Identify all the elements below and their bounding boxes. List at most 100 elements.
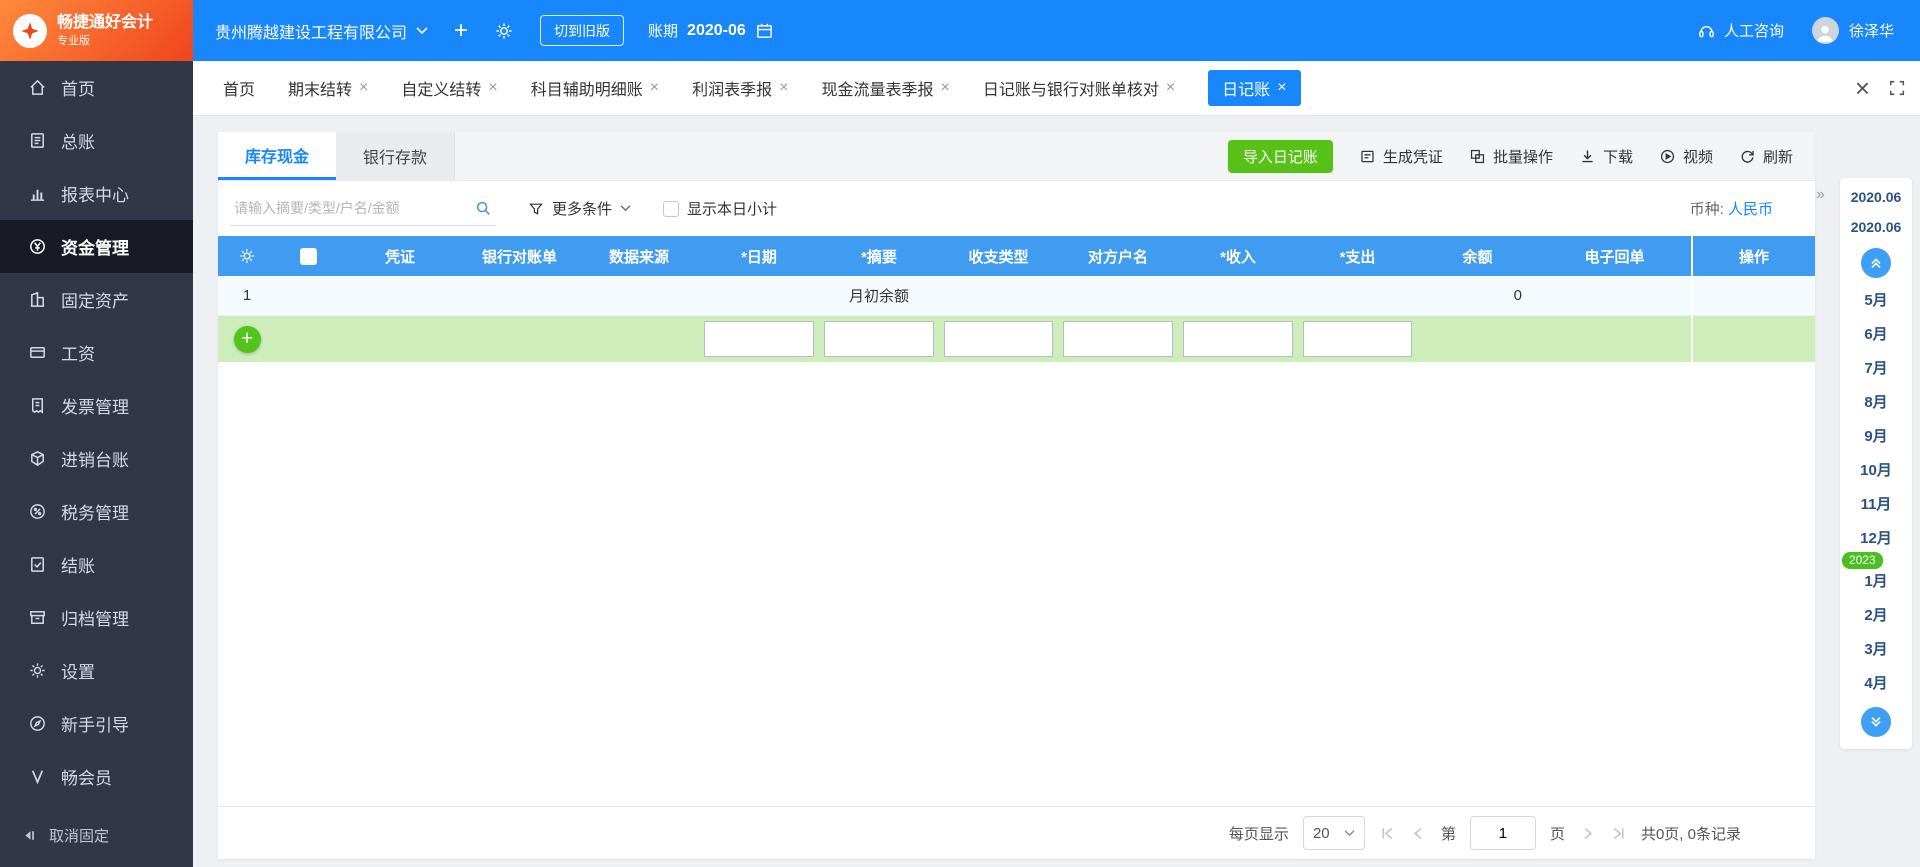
- new-row-expense-input[interactable]: [1302, 321, 1413, 357]
- sidebar-item-purchase-sale-ledger[interactable]: 进销台账: [0, 432, 193, 485]
- month-item[interactable]: 6月: [1864, 324, 1887, 346]
- search-input[interactable]: [234, 200, 474, 216]
- per-page-select[interactable]: 20: [1302, 816, 1365, 850]
- new-row-income-input[interactable]: [1182, 321, 1294, 357]
- month-item[interactable]: 12月: [1860, 528, 1892, 550]
- sidebar-item-settings[interactable]: 设置: [0, 644, 193, 697]
- select-all-checkbox[interactable]: [276, 236, 340, 276]
- month-item[interactable]: 3月: [1864, 639, 1887, 661]
- company-selector[interactable]: 贵州腾越建设工程有限公司: [215, 19, 428, 43]
- search-icon[interactable]: [474, 199, 492, 217]
- col-balance: 余额: [1462, 248, 1493, 266]
- username[interactable]: 徐泽华: [1849, 20, 1894, 41]
- month-item[interactable]: 7月: [1864, 358, 1887, 380]
- first-page-button[interactable]: [1379, 825, 1396, 842]
- sidebar-item-fund-management[interactable]: 资金管理: [0, 220, 193, 273]
- month-item[interactable]: 9月: [1864, 426, 1887, 448]
- sidebar-item-member[interactable]: 畅会员: [0, 750, 193, 803]
- sidebar-item-invoice-management[interactable]: 发票管理: [0, 379, 193, 432]
- refresh-button[interactable]: 刷新: [1739, 146, 1793, 167]
- building-icon: [28, 290, 47, 309]
- tab-journal[interactable]: 日记账 ×: [1208, 70, 1301, 106]
- month-item[interactable]: 4月: [1864, 673, 1887, 695]
- checkbox[interactable]: [663, 200, 680, 217]
- month-item[interactable]: 8月: [1864, 392, 1887, 414]
- close-icon[interactable]: ×: [1166, 80, 1175, 96]
- month-item[interactable]: 1月: [1864, 571, 1887, 593]
- generate-voucher-button[interactable]: 生成凭证: [1359, 146, 1443, 167]
- month-item[interactable]: 2月: [1864, 605, 1887, 627]
- home-icon: [28, 78, 47, 97]
- video-button[interactable]: 视频: [1659, 146, 1713, 167]
- page-number-input[interactable]: [1469, 816, 1536, 850]
- card-header: 库存现金 银行存款 导入日记账 生成凭证 批量操作 下载 视频 刷新: [218, 132, 1815, 181]
- sidebar-item-home[interactable]: 首页: [0, 61, 193, 114]
- period-value[interactable]: 2020-06: [687, 22, 746, 40]
- sidebar-item-fixed-assets[interactable]: 固定资产: [0, 273, 193, 326]
- col-summary: *摘要: [861, 248, 897, 266]
- gear-icon[interactable]: [494, 21, 514, 41]
- tab-journal-bank-reconciliation[interactable]: 日记账与银行对账单核对 ×: [983, 76, 1175, 100]
- sidebar-item-tax-management[interactable]: 税务管理: [0, 485, 193, 538]
- add-row-button[interactable]: +: [233, 325, 261, 353]
- add-account-button[interactable]: +: [454, 18, 468, 43]
- close-icon[interactable]: ×: [940, 80, 949, 96]
- period-label: 账期: [648, 23, 679, 40]
- period-item[interactable]: 2020.06: [1851, 188, 1902, 206]
- batch-operation-button[interactable]: 批量操作: [1469, 146, 1553, 167]
- new-row-type-input[interactable]: [943, 321, 1054, 357]
- month-item[interactable]: 5月: [1864, 290, 1887, 312]
- sidebar-item-salary[interactable]: 工资: [0, 326, 193, 379]
- fullscreen-icon[interactable]: [1888, 79, 1906, 97]
- avatar[interactable]: [1811, 17, 1839, 44]
- download-button[interactable]: 下载: [1579, 146, 1633, 167]
- close-all-tabs-icon[interactable]: ×: [1855, 75, 1870, 101]
- tab-profit-quarterly[interactable]: 利润表季报 ×: [692, 76, 788, 100]
- close-icon[interactable]: ×: [359, 80, 368, 96]
- sidebar-item-archive-management[interactable]: 归档管理: [0, 591, 193, 644]
- archive-box-icon: [28, 608, 47, 627]
- import-journal-button[interactable]: 导入日记账: [1227, 139, 1333, 173]
- close-icon[interactable]: ×: [1277, 80, 1286, 96]
- subtab-cash-on-hand[interactable]: 库存现金: [218, 132, 337, 180]
- sidebar-item-report-center[interactable]: 报表中心: [0, 167, 193, 220]
- tab-subject-auxiliary-detail[interactable]: 科目辅助明细账 ×: [531, 76, 659, 100]
- period-item[interactable]: 2020.06: [1851, 218, 1902, 236]
- new-row-counterparty-input[interactable]: [1062, 321, 1174, 357]
- subtab-bank-deposit[interactable]: 银行存款: [336, 132, 456, 180]
- tab-custom-carryover[interactable]: 自定义结转 ×: [401, 76, 497, 100]
- tab-period-end-carryover[interactable]: 期末结转 ×: [288, 76, 368, 100]
- last-page-button[interactable]: [1610, 825, 1627, 842]
- topbar: 畅捷通好会计 专业版 贵州腾越建设工程有限公司 + 切到旧版 账期 2020-0…: [0, 0, 1920, 61]
- sidebar-item-general-ledger[interactable]: 总账: [0, 114, 193, 167]
- support-link[interactable]: 人工咨询: [1697, 20, 1784, 41]
- scroll-down-button[interactable]: [1861, 707, 1891, 737]
- sidebar-item-closing[interactable]: 结账: [0, 538, 193, 591]
- switch-old-version-button[interactable]: 切到旧版: [540, 15, 625, 46]
- more-conditions-button[interactable]: 更多条件: [528, 198, 631, 219]
- sidebar-item-beginner-guide[interactable]: 新手引导: [0, 697, 193, 750]
- scroll-up-button[interactable]: [1861, 248, 1891, 278]
- new-row-summary-input[interactable]: [823, 321, 935, 357]
- unpin-sidebar-button[interactable]: 取消固定: [0, 813, 193, 857]
- month-item[interactable]: 11月: [1861, 494, 1892, 516]
- calendar-icon[interactable]: [755, 21, 774, 40]
- gear-icon: [28, 661, 47, 680]
- column-settings-button[interactable]: [218, 236, 276, 276]
- tab-cashflow-quarterly[interactable]: 现金流量表季报 ×: [821, 76, 949, 100]
- table-row[interactable]: 1 月初余额 0: [218, 276, 1815, 316]
- close-icon[interactable]: ×: [779, 80, 788, 96]
- new-row-date-input[interactable]: [703, 321, 815, 357]
- close-icon[interactable]: ×: [650, 80, 659, 96]
- refresh-icon: [1739, 148, 1756, 165]
- tab-home[interactable]: 首页: [223, 76, 255, 100]
- month-item[interactable]: 10月: [1860, 460, 1892, 482]
- show-daily-subtotal-checkbox[interactable]: 显示本日小计: [663, 198, 777, 219]
- next-page-button[interactable]: [1579, 825, 1596, 842]
- currency-link[interactable]: 人民币: [1728, 201, 1773, 218]
- collapse-panel-icon[interactable]: »: [1816, 186, 1825, 204]
- close-icon[interactable]: ×: [488, 80, 497, 96]
- logo-icon: [13, 13, 47, 48]
- prev-page-button[interactable]: [1410, 825, 1427, 842]
- search-box[interactable]: [230, 192, 496, 226]
